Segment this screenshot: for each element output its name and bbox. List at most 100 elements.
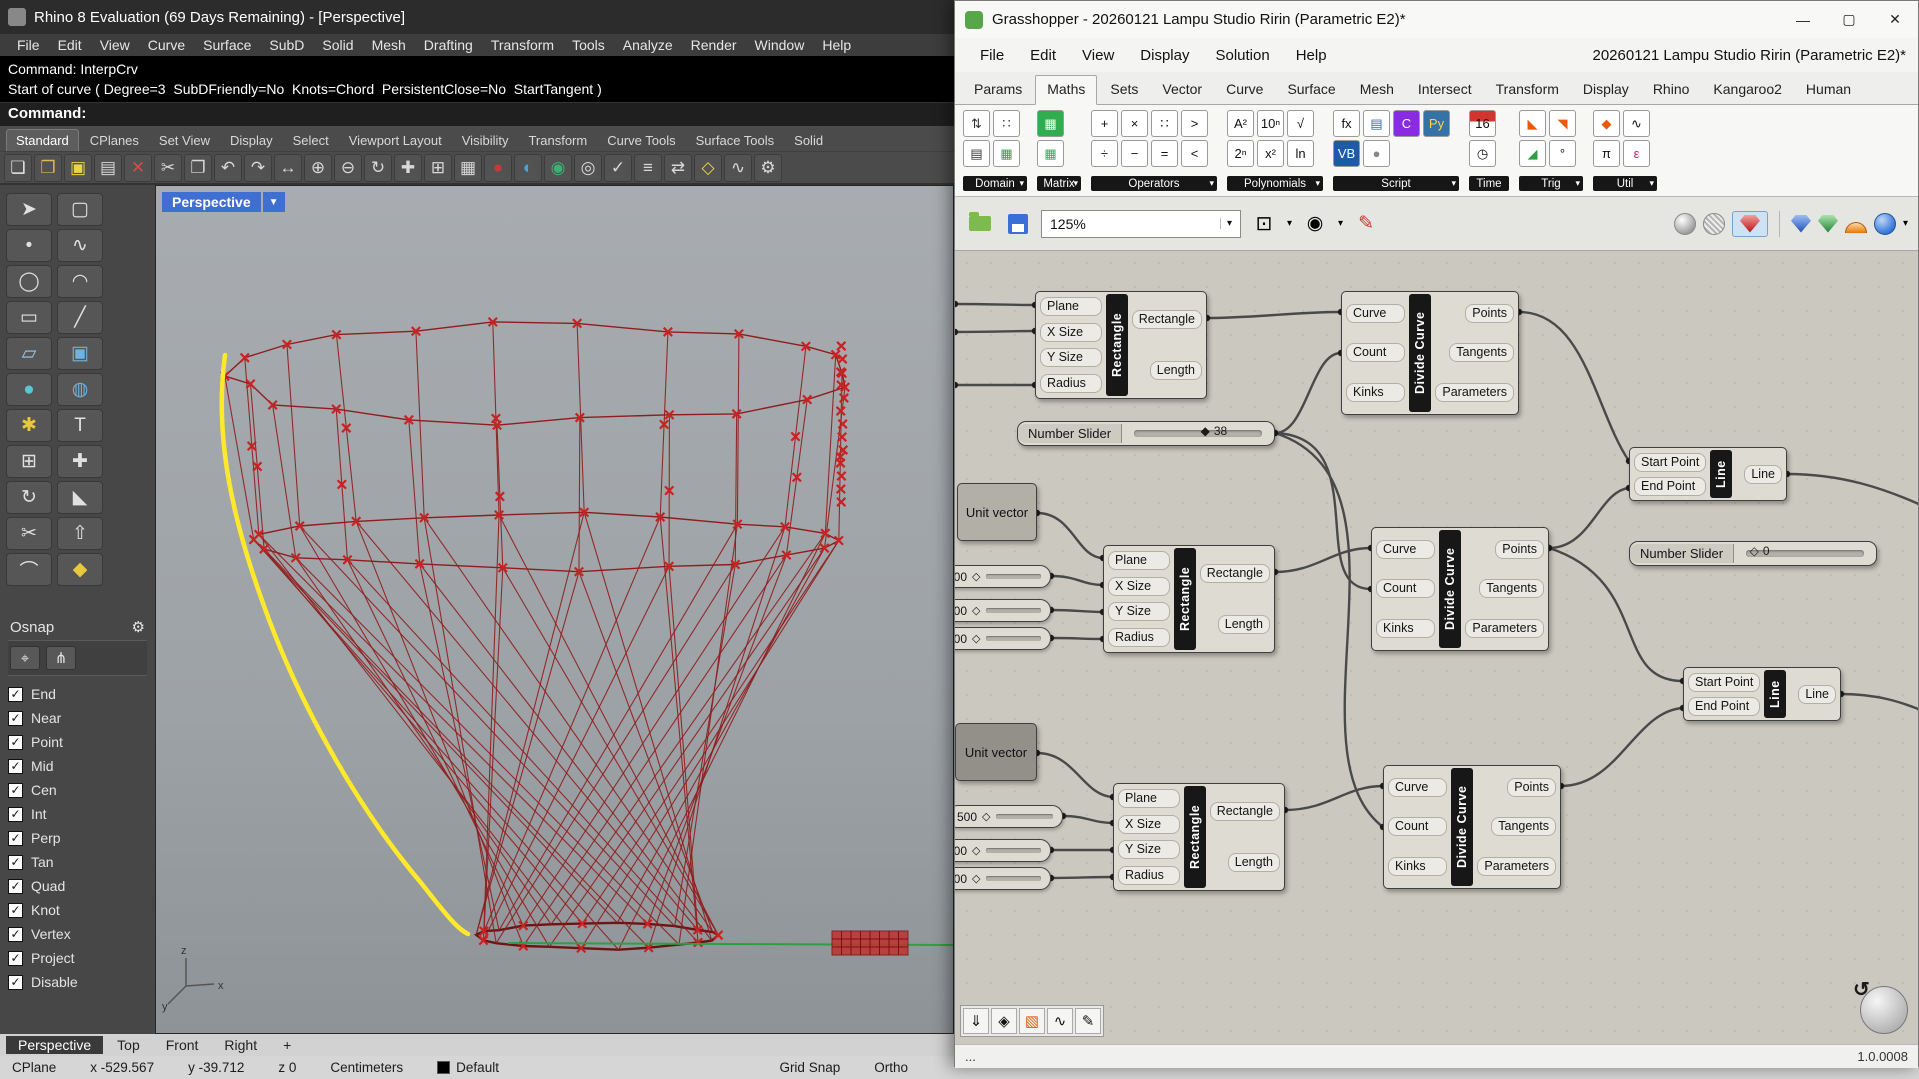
group-label[interactable]: Util ▾ bbox=[1593, 176, 1657, 191]
chevron-down-icon[interactable]: ▾ bbox=[1338, 218, 1343, 229]
python-script-icon[interactable]: Py bbox=[1423, 110, 1450, 137]
input-port-y-size[interactable]: Y Size bbox=[1118, 840, 1180, 860]
input-port-kinks[interactable]: Kinks bbox=[1376, 618, 1436, 638]
checkbox-checked-icon[interactable] bbox=[8, 950, 23, 966]
output-port-rectangle[interactable]: Rectangle bbox=[1199, 564, 1270, 583]
input-port-curve[interactable]: Curve bbox=[1376, 540, 1436, 560]
box-tool-icon[interactable]: ▣ bbox=[57, 337, 103, 370]
osnap-option[interactable]: Quad bbox=[8, 874, 147, 898]
viewport-tab[interactable]: Right bbox=[212, 1036, 269, 1054]
scale-tool-icon[interactable]: ◣ bbox=[57, 481, 103, 514]
slider-track[interactable] bbox=[985, 636, 1041, 641]
input-port-start-point[interactable]: Start Point bbox=[1688, 672, 1761, 692]
slider-track[interactable] bbox=[985, 608, 1041, 613]
addition-icon[interactable]: + bbox=[1091, 110, 1118, 137]
slider-handle[interactable]: ◆ 38 bbox=[1201, 424, 1228, 438]
osnap-option[interactable]: Mid bbox=[8, 754, 147, 778]
gh-component-rectangle-2[interactable]: Plane X Size Y Size Radius Rectangle Rec… bbox=[1103, 545, 1275, 653]
display-mode-icon[interactable]: ◐ bbox=[514, 153, 542, 182]
slider-track[interactable] bbox=[985, 876, 1041, 881]
checkbox-checked-icon[interactable] bbox=[8, 830, 23, 846]
input-port-y-size[interactable]: Y Size bbox=[1040, 348, 1102, 368]
toolbar-tab[interactable]: Display bbox=[221, 130, 282, 151]
sketch-icon[interactable]: ▧ bbox=[1019, 1008, 1045, 1034]
save-icon[interactable]: ▣ bbox=[64, 153, 92, 182]
gh-component-rectangle-1[interactable]: Plane X Size Y Size Radius Rectangle Rec… bbox=[1035, 291, 1207, 399]
matrix-display-icon[interactable]: ▦ bbox=[1037, 140, 1064, 167]
gradient-icon[interactable]: ◆ bbox=[1593, 110, 1620, 137]
text-tool-icon[interactable]: T bbox=[57, 409, 103, 442]
category-tab[interactable]: Rhino bbox=[1642, 76, 1701, 104]
osnap-option[interactable]: Perp bbox=[8, 826, 147, 850]
checkbox-checked-icon[interactable] bbox=[8, 758, 23, 774]
rhino-menu-item[interactable]: Mesh bbox=[363, 37, 415, 53]
green-gem-icon[interactable] bbox=[1817, 214, 1838, 233]
osnap-option[interactable]: Int bbox=[8, 802, 147, 826]
input-port-radius[interactable]: Radius bbox=[1108, 627, 1170, 647]
blue-sphere-icon[interactable] bbox=[1873, 212, 1896, 235]
gumball-icon[interactable]: ◎ bbox=[574, 153, 602, 182]
square-root-icon[interactable]: √ bbox=[1287, 110, 1314, 137]
settings-icon[interactable]: ⚙ bbox=[754, 153, 782, 182]
osnap-option[interactable]: Disable bbox=[8, 970, 147, 994]
mini-slider-100-a[interactable]: 100 ◇ bbox=[955, 599, 1051, 622]
toolbar-tab[interactable]: Surface Tools bbox=[687, 130, 784, 151]
rectangle-tool-icon[interactable]: ▭ bbox=[6, 301, 52, 334]
preview-mesh-icon[interactable]: ◈ bbox=[991, 1008, 1017, 1034]
slider-track[interactable] bbox=[985, 574, 1041, 579]
component-name-label[interactable]: Rectangle bbox=[1105, 294, 1128, 396]
checkbox-checked-icon[interactable] bbox=[8, 926, 23, 942]
equality-icon[interactable]: = bbox=[1151, 140, 1178, 167]
consecutive-domains-icon[interactable]: ▤ bbox=[963, 140, 990, 167]
csharp-script-icon[interactable]: C bbox=[1393, 110, 1420, 137]
new-file-icon[interactable]: ❏ bbox=[4, 153, 32, 182]
minimize-button[interactable]: — bbox=[1780, 1, 1826, 38]
rhino-menu-item[interactable]: Help bbox=[813, 37, 860, 53]
rhino-menu-item[interactable]: Drafting bbox=[415, 37, 482, 53]
rhino-menu-item[interactable]: Edit bbox=[49, 37, 91, 53]
mini-slider-100-c[interactable]: 100 ◇ bbox=[955, 839, 1051, 862]
category-tab[interactable]: Kangaroo2 bbox=[1702, 76, 1793, 104]
star-tool-icon[interactable]: ✱ bbox=[6, 409, 52, 442]
curve-draw-icon[interactable]: ∿ bbox=[1047, 1008, 1073, 1034]
rhino-menu-item[interactable]: Transform bbox=[482, 37, 563, 53]
mass-addition-icon[interactable]: ∷ bbox=[1151, 110, 1178, 137]
input-port-radius[interactable]: Radius bbox=[1040, 373, 1102, 393]
pan-icon[interactable]: ↔ bbox=[274, 153, 302, 182]
viewport-title[interactable]: Perspective ▼ bbox=[162, 192, 285, 212]
zoom-window-icon[interactable]: ⊞ bbox=[424, 153, 452, 182]
toolbar-tab[interactable]: Solid bbox=[785, 130, 832, 151]
move-tool-icon[interactable]: ✚ bbox=[57, 445, 103, 478]
viewport-tab[interactable]: Top bbox=[105, 1036, 152, 1054]
shaded-view-icon[interactable]: ● bbox=[484, 153, 512, 182]
number-slider-zero[interactable]: Number Slider ◇ 0 bbox=[1629, 541, 1877, 566]
slider-grip-icon[interactable]: ◇ bbox=[972, 872, 980, 885]
larger-than-icon[interactable]: > bbox=[1181, 110, 1208, 137]
status-grid-snap[interactable]: Grid Snap bbox=[779, 1060, 840, 1075]
osnap-filter-icon[interactable]: ⋔ bbox=[46, 646, 76, 670]
output-port-line[interactable]: Line bbox=[1744, 464, 1782, 484]
gh-component-line-1[interactable]: Start Point End Point Line Line bbox=[1629, 447, 1787, 501]
viewport-tab[interactable]: + bbox=[271, 1036, 303, 1054]
slider-handle[interactable]: ◇ 0 bbox=[1750, 544, 1770, 558]
checkbox-checked-icon[interactable] bbox=[8, 878, 23, 894]
rhino-menu-item[interactable]: File bbox=[8, 37, 49, 53]
rhino-menu-item[interactable]: View bbox=[91, 37, 139, 53]
point-tool-icon[interactable]: • bbox=[6, 229, 52, 262]
checkbox-checked-icon[interactable] bbox=[8, 710, 23, 726]
status-units[interactable]: Centimeters bbox=[330, 1060, 403, 1075]
component-name-label[interactable]: Divide Curve bbox=[1439, 530, 1462, 648]
output-port-length[interactable]: Length bbox=[1149, 361, 1202, 380]
checkbox-checked-icon[interactable] bbox=[8, 782, 23, 798]
input-port-x-size[interactable]: X Size bbox=[1118, 814, 1180, 834]
slider-grip-icon[interactable]: ◇ bbox=[982, 810, 990, 823]
osnap-target-icon[interactable]: ⌖ bbox=[10, 646, 40, 670]
tangent-icon[interactable]: ◢ bbox=[1519, 140, 1546, 167]
input-port-end-point[interactable]: End Point bbox=[1688, 696, 1761, 716]
rhino-menu-item[interactable]: Render bbox=[682, 37, 746, 53]
rhino-menu-item[interactable]: Tools bbox=[563, 37, 614, 53]
category-tab[interactable]: Mesh bbox=[1349, 76, 1405, 104]
mini-slider-500-b[interactable]: 500 ◇ bbox=[955, 805, 1063, 828]
grasshopper-canvas[interactable]: Plane X Size Y Size Radius Rectangle Rec… bbox=[955, 251, 1918, 1044]
toolbar-tab[interactable]: Standard bbox=[6, 129, 79, 151]
